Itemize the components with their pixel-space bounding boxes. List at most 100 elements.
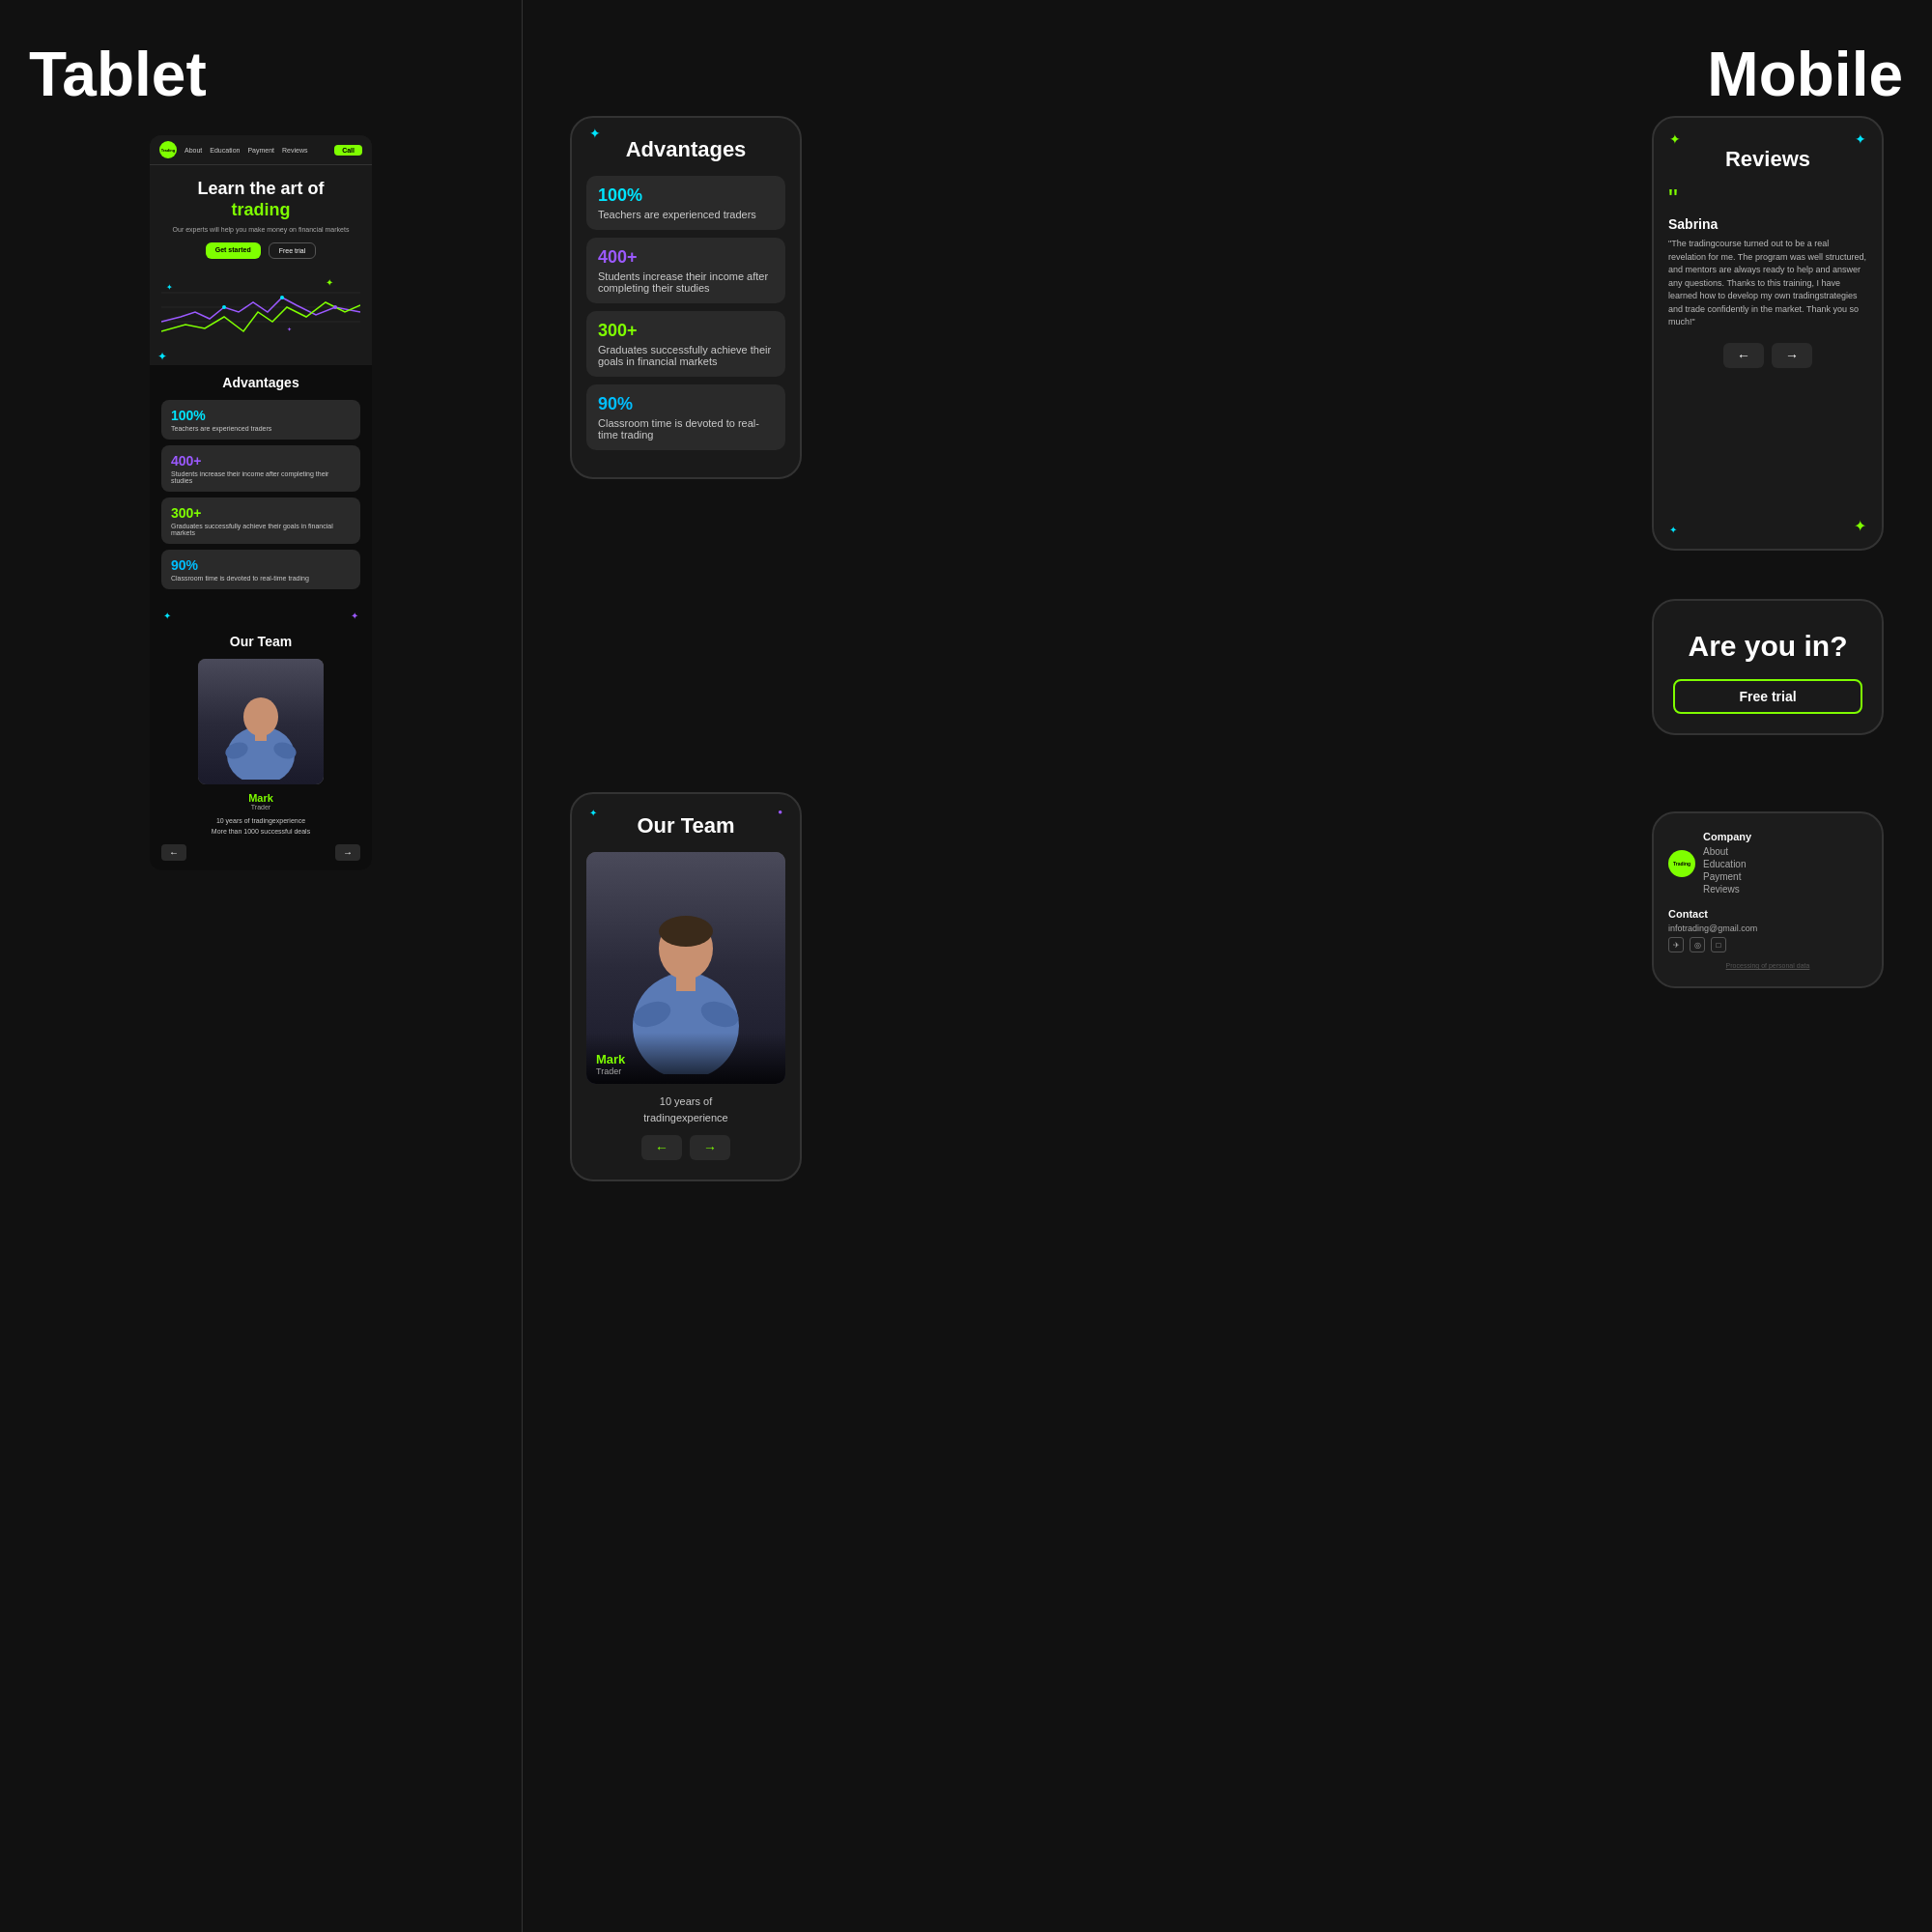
quote-icon: " xyxy=(1668,185,1867,213)
footer-link-education[interactable]: Education xyxy=(1703,859,1867,869)
footer-link-payment[interactable]: Payment xyxy=(1703,871,1867,882)
mobile-team-photo: Mark Trader xyxy=(586,852,785,1084)
mobile-phone-advantages: ✦ Advantages 100% Teachers are experienc… xyxy=(570,116,802,479)
free-trial-button[interactable]: Free trial xyxy=(1673,679,1862,714)
mobile-phone-footer: Trading Company About Education Payment … xyxy=(1652,811,1884,988)
advantage-card-2: 400+ Students increase their income afte… xyxy=(161,445,360,492)
mobile-advantage-4: 90% Classroom time is devoted to real-ti… xyxy=(586,384,785,450)
svg-point-4 xyxy=(280,296,284,299)
footer-link-reviews[interactable]: Reviews xyxy=(1703,884,1867,895)
tablet-logo: Trading xyxy=(159,141,177,158)
team-nav-arrows: ← → xyxy=(161,844,360,861)
get-started-button[interactable]: Get started xyxy=(206,242,261,259)
mobile-team-next[interactable]: → xyxy=(690,1135,730,1160)
mobile-advantage-2: 400+ Students increase their income afte… xyxy=(586,238,785,303)
deco-star-right: ✦ xyxy=(351,611,358,621)
mobile-stat-300: 300+ xyxy=(598,321,774,341)
team-title: Our Team xyxy=(161,634,360,649)
mark-role: Trader xyxy=(161,804,360,810)
mobile-label-4: Classroom time is devoted to real-time t… xyxy=(598,417,774,440)
reviews-next-button[interactable]: → xyxy=(1772,343,1812,368)
tablet-chart: ✦ ✦ ✦ xyxy=(150,278,372,350)
reviews-prev-button[interactable]: ← xyxy=(1723,343,1764,368)
tablet-card: Trading About Education Payment Reviews … xyxy=(150,135,372,870)
mobile-team-info: 10 years oftradingexperience xyxy=(586,1094,785,1125)
team-star-left: ✦ xyxy=(589,808,597,818)
man-photo-bg xyxy=(198,659,324,784)
mobile-team-arrows: ← → xyxy=(586,1135,785,1160)
tablet-team: Our Team Mark Tra xyxy=(150,624,372,870)
instagram-icon[interactable]: □ xyxy=(1711,937,1726,952)
reviews-star-tr: ✦ xyxy=(1855,131,1866,147)
footer-logo-row: Trading Company About Education Payment … xyxy=(1668,831,1867,896)
team-prev-button[interactable]: ← xyxy=(161,844,186,861)
svg-point-19 xyxy=(659,916,713,947)
mobile-label: Mobile xyxy=(1707,39,1903,110)
stat-300: 300+ xyxy=(171,505,351,521)
stat-label-4: Classroom time is devoted to real-time t… xyxy=(171,575,351,582)
mobile-advantage-3: 300+ Graduates successfully achieve thei… xyxy=(586,311,785,377)
nav-link-payment[interactable]: Payment xyxy=(247,147,274,154)
processing-link[interactable]: Processing of personal data xyxy=(1668,962,1867,969)
tablet-hero: Learn the art of trading Our experts wil… xyxy=(150,165,372,278)
svg-text:✦: ✦ xyxy=(326,278,333,288)
mobile-phone-reviews: ✦ ✦ Reviews " Sabrina "The tradingcourse… xyxy=(1652,116,1884,551)
reviews-arrows: ← → xyxy=(1668,343,1867,368)
mobile-advantage-1: 100% Teachers are experienced traders xyxy=(586,176,785,230)
nav-link-education[interactable]: Education xyxy=(210,147,240,154)
reviews-star-br: ✦ xyxy=(1854,517,1866,535)
team-next-button[interactable]: → xyxy=(335,844,360,861)
svg-point-3 xyxy=(222,305,226,309)
svg-point-5 xyxy=(333,305,337,309)
stat-100: 100% xyxy=(171,408,351,423)
tablet-label: Tablet xyxy=(29,39,207,110)
tablet-section: Trading About Education Payment Reviews … xyxy=(0,116,522,1932)
footer-logo: Trading xyxy=(1668,850,1695,877)
mobile-stat-100: 100% xyxy=(598,185,774,206)
mobile-phone-areyouin: Are you in? Free trial xyxy=(1652,599,1884,735)
nav-link-about[interactable]: About xyxy=(185,147,202,154)
deco-star-cyan: ✦ xyxy=(157,350,167,363)
team-photo-tablet xyxy=(198,659,324,784)
hero-buttons: Get started Free trial xyxy=(161,242,360,259)
mobile-label-3: Graduates successfully achieve their goa… xyxy=(598,344,774,367)
footer-social-icons: ✈ ◎ □ xyxy=(1668,937,1867,952)
svg-text:✦: ✦ xyxy=(287,327,292,332)
reviews-title: Reviews xyxy=(1668,147,1867,172)
reviews-star-tl: ✦ xyxy=(1669,131,1681,147)
svg-text:✦: ✦ xyxy=(166,283,173,292)
man-figure-svg xyxy=(213,664,309,780)
hero-subtitle: Our experts will help you make money on … xyxy=(161,226,360,233)
mobile-team-title: Our Team xyxy=(586,813,785,838)
team-star-right: ● xyxy=(778,808,782,816)
mobile-mark-name: Mark xyxy=(596,1052,776,1066)
tablet-advantages: Advantages 100% Teachers are experienced… xyxy=(150,365,372,605)
mobile-team-prev[interactable]: ← xyxy=(641,1135,682,1160)
deco-star-left: ✦ xyxy=(163,611,171,621)
tablet-navbar: Trading About Education Payment Reviews … xyxy=(150,135,372,165)
svg-rect-11 xyxy=(255,731,267,741)
advantage-card-3: 300+ Graduates successfully achieve thei… xyxy=(161,497,360,544)
stat-label-2: Students increase their income after com… xyxy=(171,470,351,484)
advantage-card-1: 100% Teachers are experienced traders xyxy=(161,400,360,440)
team-info: 10 years of tradingexperience More than … xyxy=(161,816,360,837)
stat-label-3: Graduates successfully achieve their goa… xyxy=(171,523,351,536)
nav-link-reviews[interactable]: Reviews xyxy=(282,147,307,154)
footer-link-about[interactable]: About xyxy=(1703,846,1867,857)
mobile-mark-role: Trader xyxy=(596,1066,776,1076)
telegram-icon[interactable]: ✈ xyxy=(1668,937,1684,952)
advantage-card-4: 90% Classroom time is devoted to real-ti… xyxy=(161,550,360,589)
mobile-stat-90: 90% xyxy=(598,394,774,414)
whatsapp-icon[interactable]: ◎ xyxy=(1690,937,1705,952)
tablet-nav-links: About Education Payment Reviews xyxy=(185,147,327,154)
footer-company-title: Company xyxy=(1703,831,1867,842)
mobile-phone-team: ✦ ● Our Team Mark xyxy=(570,792,802,1181)
reviews-star-bl: ✦ xyxy=(1669,525,1677,535)
mobile-label-2: Students increase their income after com… xyxy=(598,270,774,294)
mobile-stat-400: 400+ xyxy=(598,247,774,268)
mobile-label-1: Teachers are experienced traders xyxy=(598,209,774,220)
free-trial-button[interactable]: Free trial xyxy=(269,242,317,259)
advantages-title: Advantages xyxy=(161,375,360,390)
reviewer-name: Sabrina xyxy=(1668,216,1867,232)
nav-cta-button[interactable]: Call xyxy=(334,145,362,156)
